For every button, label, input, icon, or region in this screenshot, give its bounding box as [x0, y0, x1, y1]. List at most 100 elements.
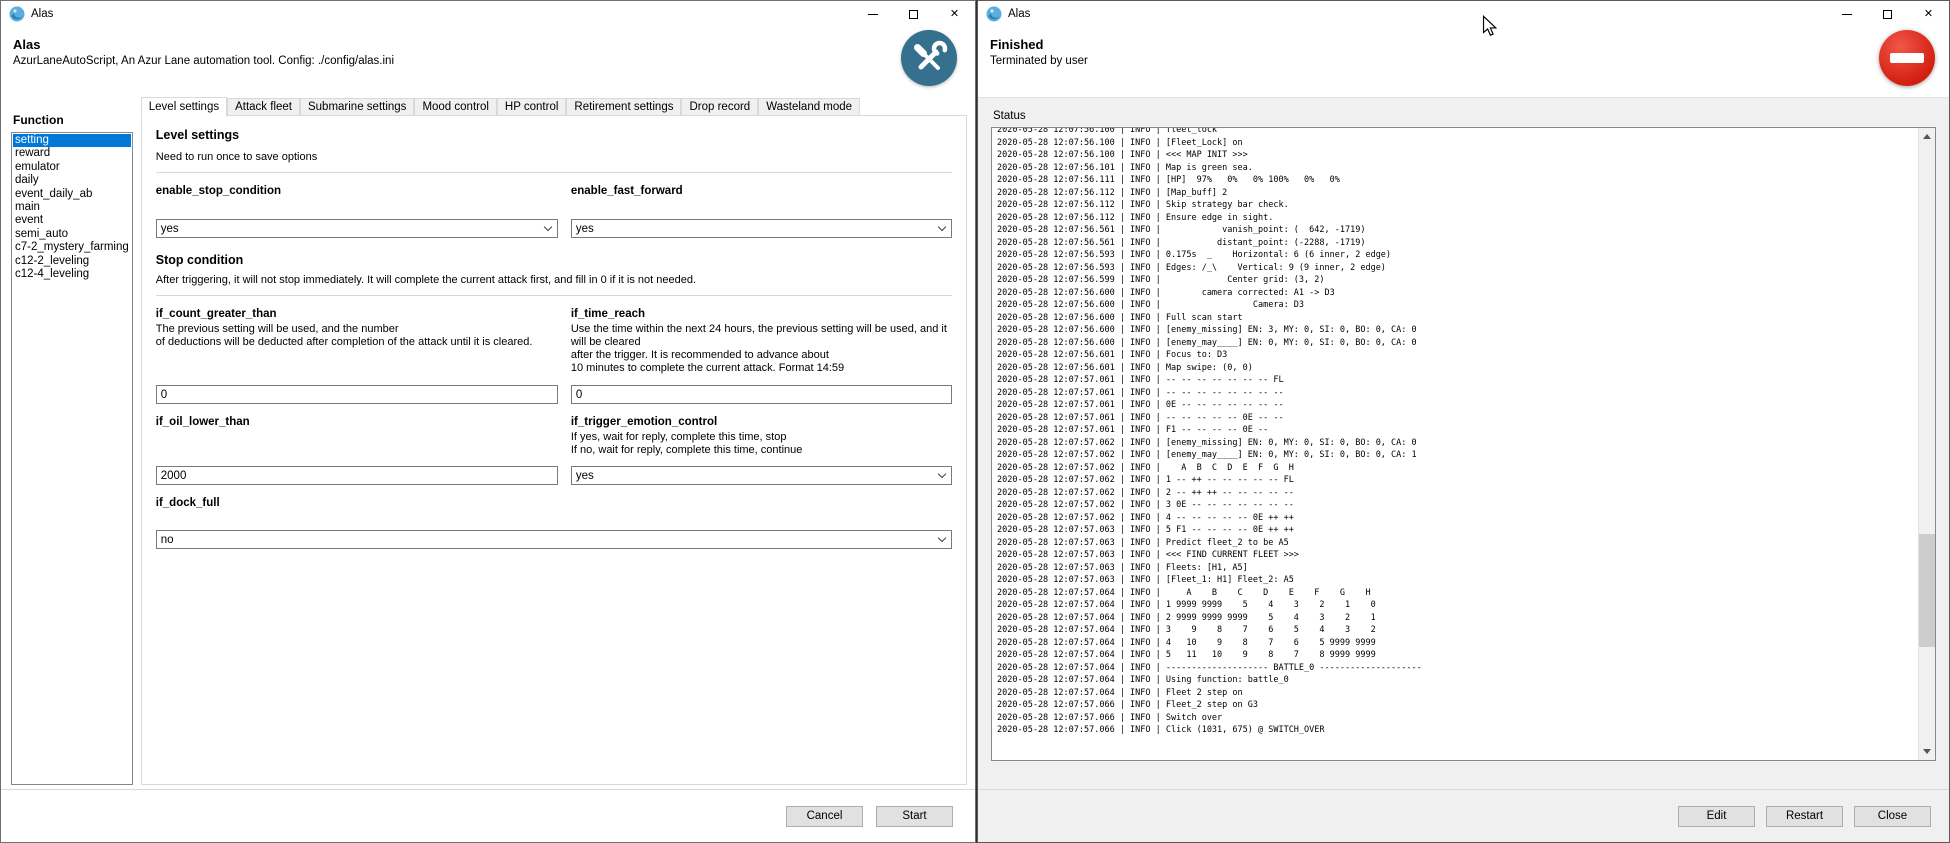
- alas-run-window: Alas ✕ Finished Terminated by user Statu…: [977, 0, 1950, 843]
- minimize-button[interactable]: [852, 1, 893, 27]
- scrollbar-track[interactable]: [1919, 145, 1935, 743]
- selected-value: yes: [576, 223, 594, 235]
- minimize-button[interactable]: [1826, 1, 1867, 27]
- enable-stop-condition-select[interactable]: yes: [156, 219, 558, 238]
- chevron-down-icon: [938, 470, 946, 478]
- status-label: Status: [993, 110, 1936, 122]
- window-title: Alas: [1008, 8, 1030, 20]
- function-listbox: setting reward emulator daily event_dail…: [11, 132, 133, 785]
- field-desc: If yes, wait for reply, complete this ti…: [571, 431, 952, 457]
- maximize-button[interactable]: [893, 1, 934, 27]
- form-row: if_dock_full no: [156, 497, 952, 549]
- selected-value: yes: [161, 223, 179, 235]
- list-item-c12-4-leveling[interactable]: c12-4_leveling: [13, 268, 131, 281]
- field-if-trigger-emotion-control: if_trigger_emotion_control If yes, wait …: [571, 416, 952, 485]
- log-text: 2020-05-28 12:07:56.100 | INFO | fleet_l…: [997, 127, 1915, 737]
- list-item-setting[interactable]: setting: [13, 134, 131, 147]
- tab-area: Level settings Attack fleet Submarine se…: [141, 97, 967, 785]
- list-item-c7-2-mystery-farming[interactable]: c7-2_mystery_farming: [13, 241, 131, 254]
- log-output[interactable]: 2020-05-28 12:07:56.100 | INFO | fleet_l…: [991, 127, 1936, 761]
- list-item-reward[interactable]: reward: [13, 147, 131, 160]
- arrow-up-icon: [1923, 134, 1931, 139]
- tab-retirement-settings[interactable]: Retirement settings: [566, 98, 681, 116]
- desktop: Alas ✕ Alas AzurLaneAutoScript, An Azur …: [0, 0, 1950, 843]
- wrench-screwdriver-icon: [901, 30, 957, 86]
- start-button[interactable]: Start: [876, 806, 953, 827]
- log-scrollbar[interactable]: [1918, 128, 1935, 760]
- edit-button[interactable]: Edit: [1678, 806, 1755, 827]
- maximize-icon: [1883, 10, 1892, 19]
- close-action-button[interactable]: Close: [1854, 806, 1931, 827]
- titlebar[interactable]: Alas ✕: [978, 1, 1949, 27]
- titlebar[interactable]: Alas ✕: [1, 1, 975, 27]
- field-label: if_count_greater_than: [156, 308, 558, 320]
- list-item-daily[interactable]: daily: [13, 174, 131, 187]
- header-title: Finished: [990, 37, 1937, 52]
- no-entry-icon: [1890, 53, 1924, 63]
- function-label: Function: [13, 113, 133, 127]
- caption-buttons: ✕: [852, 1, 975, 27]
- if-oil-lower-than-input[interactable]: [156, 466, 558, 485]
- panel-heading: Level settings: [156, 128, 952, 142]
- list-item-emulator[interactable]: emulator: [13, 161, 131, 174]
- scroll-down-button[interactable]: [1919, 743, 1935, 760]
- minimize-icon: [868, 14, 878, 15]
- panel-subheading: Need to run once to save options: [156, 151, 952, 163]
- alas-logo-icon: [9, 6, 25, 22]
- selected-value: no: [161, 534, 174, 546]
- list-item-event[interactable]: event: [13, 214, 131, 227]
- minimize-icon: [1842, 14, 1852, 15]
- level-settings-panel: Level settings Need to run once to save …: [141, 115, 967, 785]
- form-row: if_count_greater_than The previous setti…: [156, 308, 952, 404]
- if-trigger-emotion-control-select[interactable]: yes: [571, 466, 952, 485]
- chevron-down-icon: [938, 223, 946, 231]
- tab-hp-control[interactable]: HP control: [497, 98, 566, 116]
- field-label: if_time_reach: [571, 308, 952, 320]
- tab-drop-record[interactable]: Drop record: [681, 98, 758, 116]
- config-header: Alas AzurLaneAutoScript, An Azur Lane au…: [1, 27, 975, 97]
- field-enable-fast-forward: enable_fast_forward yes: [571, 185, 952, 238]
- restart-button[interactable]: Restart: [1766, 806, 1843, 827]
- field-label: if_dock_full: [156, 497, 952, 509]
- tab-level-settings[interactable]: Level settings: [141, 97, 227, 117]
- scroll-up-button[interactable]: [1919, 128, 1935, 145]
- config-footer: Cancel Start: [1, 789, 975, 842]
- close-icon: ✕: [1924, 9, 1933, 20]
- list-item-event-daily-ab[interactable]: event_daily_ab: [13, 188, 131, 201]
- list-item-c12-2-leveling[interactable]: c12-2_leveling: [13, 255, 131, 268]
- divider: [156, 295, 952, 296]
- field-label: if_oil_lower_than: [156, 416, 558, 428]
- if-count-greater-than-input[interactable]: [156, 385, 558, 404]
- tab-mood-control[interactable]: Mood control: [414, 98, 496, 116]
- close-button[interactable]: ✕: [1908, 1, 1949, 27]
- scrollbar-thumb[interactable]: [1919, 534, 1935, 648]
- maximize-button[interactable]: [1867, 1, 1908, 27]
- form-row: if_oil_lower_than if_trigger_emotion_con…: [156, 416, 952, 485]
- caption-buttons: ✕: [1826, 1, 1949, 27]
- field-if-dock-full: if_dock_full no: [156, 497, 952, 549]
- field-if-oil-lower-than: if_oil_lower_than: [156, 416, 558, 485]
- tab-submarine-settings[interactable]: Submarine settings: [300, 98, 414, 116]
- cancel-button[interactable]: Cancel: [786, 806, 863, 827]
- maximize-icon: [909, 10, 918, 19]
- arrow-down-icon: [1923, 749, 1931, 754]
- tab-strip: Level settings Attack fleet Submarine se…: [141, 97, 967, 116]
- alas-config-window: Alas ✕ Alas AzurLaneAutoScript, An Azur …: [0, 0, 976, 843]
- field-desc: Use the time within the next 24 hours, t…: [571, 323, 952, 375]
- selected-value: yes: [576, 470, 594, 482]
- if-dock-full-select[interactable]: no: [156, 530, 952, 549]
- stopped-badge: [1879, 30, 1935, 86]
- field-desc: The previous setting will be used, and t…: [156, 323, 558, 349]
- section-desc: After triggering, it will not stop immed…: [156, 274, 952, 286]
- tab-attack-fleet[interactable]: Attack fleet: [227, 98, 300, 116]
- field-if-count-greater-than: if_count_greater_than The previous setti…: [156, 308, 558, 404]
- list-item-semi-auto[interactable]: semi_auto: [13, 228, 131, 241]
- chevron-down-icon: [938, 534, 946, 542]
- close-button[interactable]: ✕: [934, 1, 975, 27]
- if-time-reach-input[interactable]: [571, 385, 952, 404]
- chevron-down-icon: [544, 223, 552, 231]
- list-item-main[interactable]: main: [13, 201, 131, 214]
- tab-wasteland-mode[interactable]: Wasteland mode: [758, 98, 860, 116]
- enable-fast-forward-select[interactable]: yes: [571, 219, 952, 238]
- run-footer: Edit Restart Close: [978, 789, 1949, 842]
